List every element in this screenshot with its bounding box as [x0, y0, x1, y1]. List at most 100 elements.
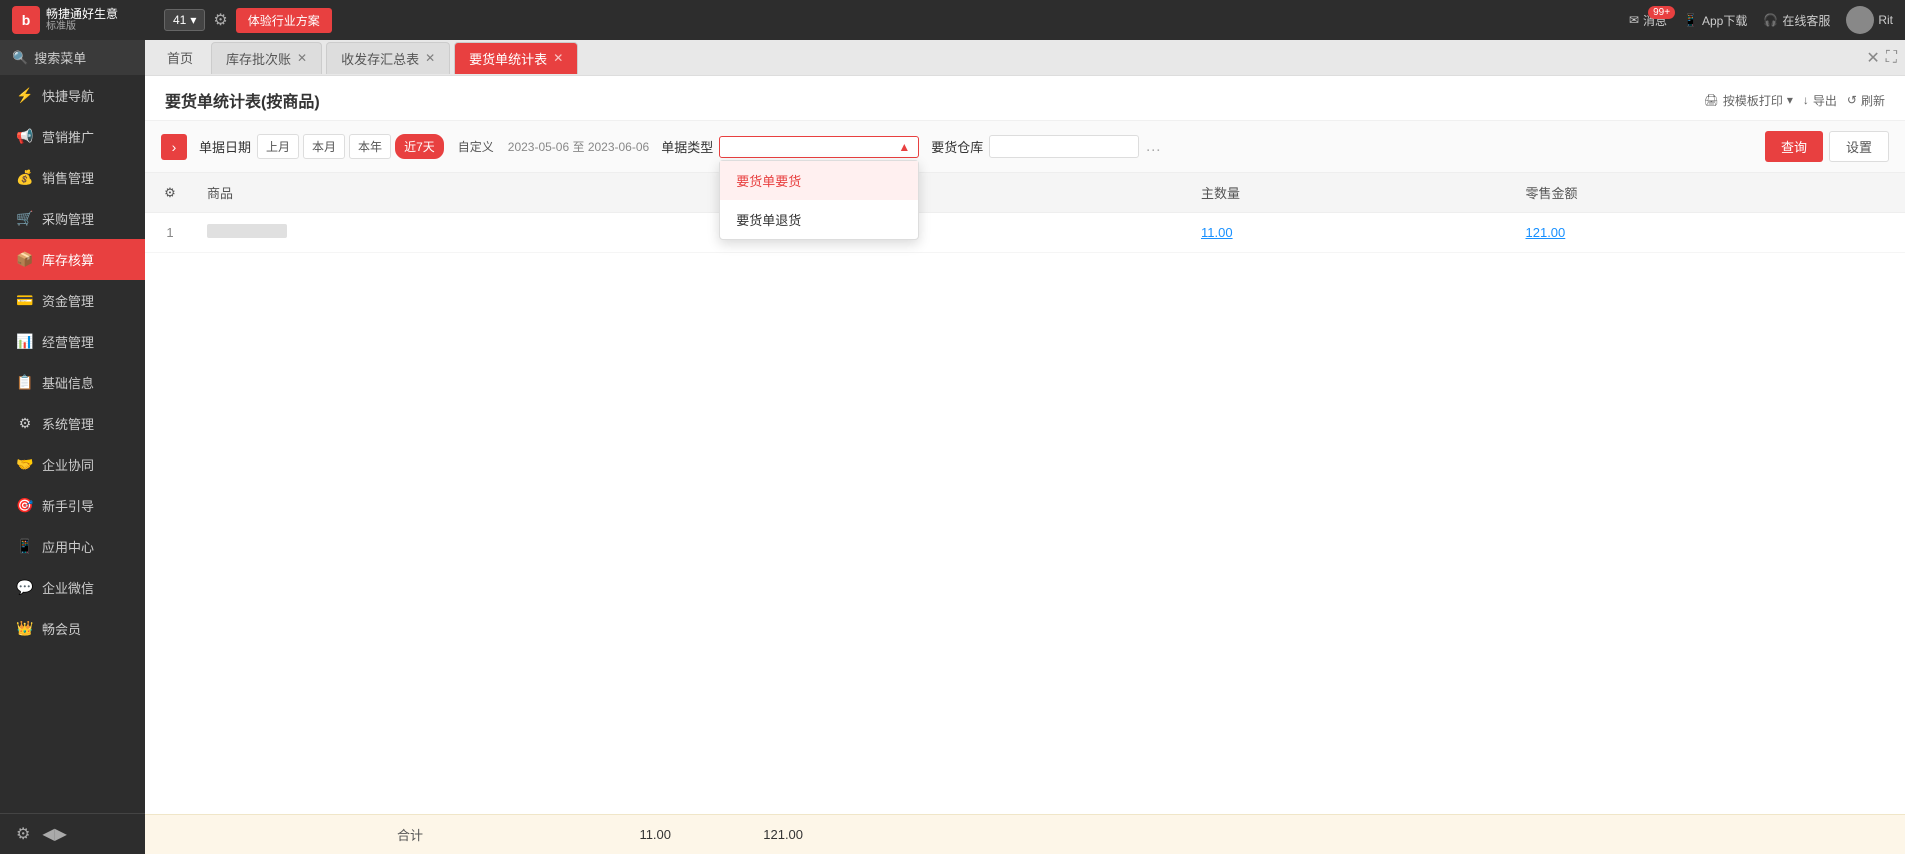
guide-icon: 🎯 [16, 497, 34, 515]
page-header: 要货单统计表(按商品) 🖨 按模板打印 ▾ ↓ 导出 ↺ 刷新 [145, 76, 1905, 121]
search-label: 搜索菜单 [34, 48, 86, 67]
sidebar-item-shortcut[interactable]: ⚡ 快捷导航 [0, 75, 145, 116]
row-no: 1 [145, 213, 195, 253]
type-arrow-icon: ▲ [898, 140, 910, 154]
settings-button[interactable]: 设置 [1829, 131, 1889, 162]
filter-warehouse-group: 要货仓库 … [931, 135, 1161, 158]
sidebar-collapse-icon[interactable]: ◀▶ [42, 824, 67, 844]
brand-name: 畅捷通好生意 [46, 7, 118, 21]
sidebar-search[interactable]: 🔍 搜索菜单 [0, 40, 145, 75]
online-service-label: 在线客服 [1782, 12, 1830, 29]
company-selector[interactable]: 41 ▾ [164, 9, 205, 31]
dropdown-item-order-goods[interactable]: 要货单要货 [720, 161, 918, 200]
warehouse-value [998, 139, 1002, 154]
print-icon: 🖨 [1704, 93, 1719, 107]
tab-close-all-icon[interactable]: ✕ [1866, 48, 1879, 68]
tab-recv-summary-label: 收发存汇总表 [341, 49, 419, 68]
logo-icon: b [12, 6, 40, 34]
sidebar-label-shortcut: 快捷导航 [42, 86, 94, 105]
type-dropdown-menu: 要货单要货 要货单退货 [719, 160, 919, 240]
this-month-btn[interactable]: 本月 [303, 134, 345, 159]
tab-expand-icon[interactable]: ⛶ [1886, 49, 1897, 67]
last-month-btn[interactable]: 上月 [257, 134, 299, 159]
product-name-blur [207, 224, 287, 238]
type-select[interactable]: ▲ [719, 136, 919, 158]
qty-link[interactable]: 11.00 [1201, 225, 1233, 240]
message-btn[interactable]: ✉ 消息 99+ [1629, 12, 1667, 29]
dropdown-item-order-return[interactable]: 要货单退货 [720, 200, 918, 239]
sidebar-settings-icon[interactable]: ⚙ [16, 824, 30, 844]
export-icon: ↓ [1803, 93, 1809, 107]
warehouse-select[interactable] [989, 135, 1139, 158]
settings-icon[interactable]: ⚙ [213, 10, 227, 30]
app-download-btn[interactable]: 📱 App下载 [1683, 12, 1747, 29]
sidebar-label-purchase: 采购管理 [42, 209, 94, 228]
table-header-row: ⚙ 商品 主计量单位 主数量 零售金额 [145, 173, 1905, 213]
sidebar-item-sales[interactable]: 💰 销售管理 [0, 157, 145, 198]
tab-close-order-stats[interactable]: ✕ [553, 51, 563, 65]
tab-close-recv-summary[interactable]: ✕ [425, 51, 435, 65]
sidebar-item-inventory[interactable]: 📦 库存核算 [0, 239, 145, 280]
online-service-btn[interactable]: 🎧 在线客服 [1763, 12, 1830, 29]
promo-button[interactable]: 体验行业方案 [236, 8, 332, 33]
tabbar: 首页 库存批次账 ✕ 收发存汇总表 ✕ 要货单统计表 ✕ ✕ ⛶ [145, 40, 1905, 76]
search-icon: 🔍 [12, 50, 28, 66]
sidebar-item-finance[interactable]: 💳 资金管理 [0, 280, 145, 321]
sidebar-label-app-center: 应用中心 [42, 537, 94, 556]
sidebar-item-wechat[interactable]: 💬 企业微信 [0, 567, 145, 608]
filter-expand-btn[interactable]: › [161, 134, 187, 160]
sidebar-label-wechat: 企业微信 [42, 578, 94, 597]
more-filters-icon[interactable]: … [1145, 138, 1161, 156]
table-container: ⚙ 商品 主计量单位 主数量 零售金额 1 [145, 173, 1905, 814]
sidebar-item-purchase[interactable]: 🛒 采购管理 [0, 198, 145, 239]
sidebar-item-operations[interactable]: 📊 经营管理 [0, 321, 145, 362]
sidebar-item-basic-info[interactable]: 📋 基础信息 [0, 362, 145, 403]
print-btn[interactable]: 🖨 按模板打印 ▾ [1704, 92, 1793, 109]
sidebar-label-finance: 资金管理 [42, 291, 94, 310]
amount-link[interactable]: 121.00 [1526, 225, 1566, 240]
date-range-display: 2023-05-06 至 2023-06-06 [508, 138, 649, 155]
sidebar-item-marketing[interactable]: 📢 营销推广 [0, 116, 145, 157]
username: Rit [1878, 13, 1893, 27]
company-value: 41 [173, 13, 186, 27]
user-menu[interactable]: Rit [1846, 6, 1893, 34]
sidebar-item-vip[interactable]: 👑 畅会员 [0, 608, 145, 649]
sales-icon: 💰 [16, 169, 34, 187]
this-year-btn[interactable]: 本年 [349, 134, 391, 159]
topbar-right: ✉ 消息 99+ 📱 App下载 🎧 在线客服 Rit [1629, 6, 1893, 34]
sidebar-item-guide[interactable]: 🎯 新手引导 [0, 485, 145, 526]
page: 要货单统计表(按商品) 🖨 按模板打印 ▾ ↓ 导出 ↺ 刷新 [145, 76, 1905, 854]
topbar-center: 41 ▾ ⚙ 体验行业方案 [164, 8, 1617, 33]
tab-inventory-batch[interactable]: 库存批次账 ✕ [211, 42, 322, 74]
col-settings[interactable]: ⚙ [145, 173, 195, 213]
sidebar-item-app-center[interactable]: 📱 应用中心 [0, 526, 145, 567]
sidebar-item-system[interactable]: ⚙ 系统管理 [0, 403, 145, 444]
sidebar-label-operations: 经营管理 [42, 332, 94, 351]
sidebar-item-enterprise[interactable]: 🤝 企业协同 [0, 444, 145, 485]
tab-order-stats[interactable]: 要货单统计表 ✕ [454, 42, 578, 74]
tab-recv-summary[interactable]: 收发存汇总表 ✕ [326, 42, 450, 74]
export-btn[interactable]: ↓ 导出 [1803, 92, 1837, 109]
filter-bar: › 单据日期 上月 本月 本年 近7天 自定义 2023-05-06 至 202… [145, 121, 1905, 173]
row-qty: 11.00 [1189, 213, 1514, 253]
tab-home[interactable]: 首页 [153, 42, 207, 73]
sidebar-bottom: ⚙ ◀▶ [0, 813, 145, 854]
last7days-btn[interactable]: 近7天 [395, 134, 444, 159]
custom-date-btn[interactable]: 自定义 [450, 135, 502, 158]
brand-text: 畅捷通好生意 标准版 [46, 7, 118, 33]
sidebar-label-marketing: 营销推广 [42, 127, 94, 146]
tab-close-inventory-batch[interactable]: ✕ [297, 51, 307, 65]
export-label: 导出 [1813, 92, 1837, 109]
page-actions: 🖨 按模板打印 ▾ ↓ 导出 ↺ 刷新 [1704, 92, 1885, 109]
refresh-btn[interactable]: ↺ 刷新 [1847, 92, 1885, 109]
table-footer: 合计 11.00 121.00 [145, 814, 1905, 854]
col-qty: 主数量 [1189, 173, 1514, 213]
sidebar-label-enterprise: 企业协同 [42, 455, 94, 474]
inventory-icon: 📦 [16, 251, 34, 269]
row-product [195, 213, 731, 253]
warehouse-label: 要货仓库 [931, 137, 983, 156]
data-table: ⚙ 商品 主计量单位 主数量 零售金额 1 [145, 173, 1905, 253]
basic-info-icon: 📋 [16, 374, 34, 392]
marketing-icon: 📢 [16, 128, 34, 146]
query-button[interactable]: 查询 [1765, 131, 1823, 162]
